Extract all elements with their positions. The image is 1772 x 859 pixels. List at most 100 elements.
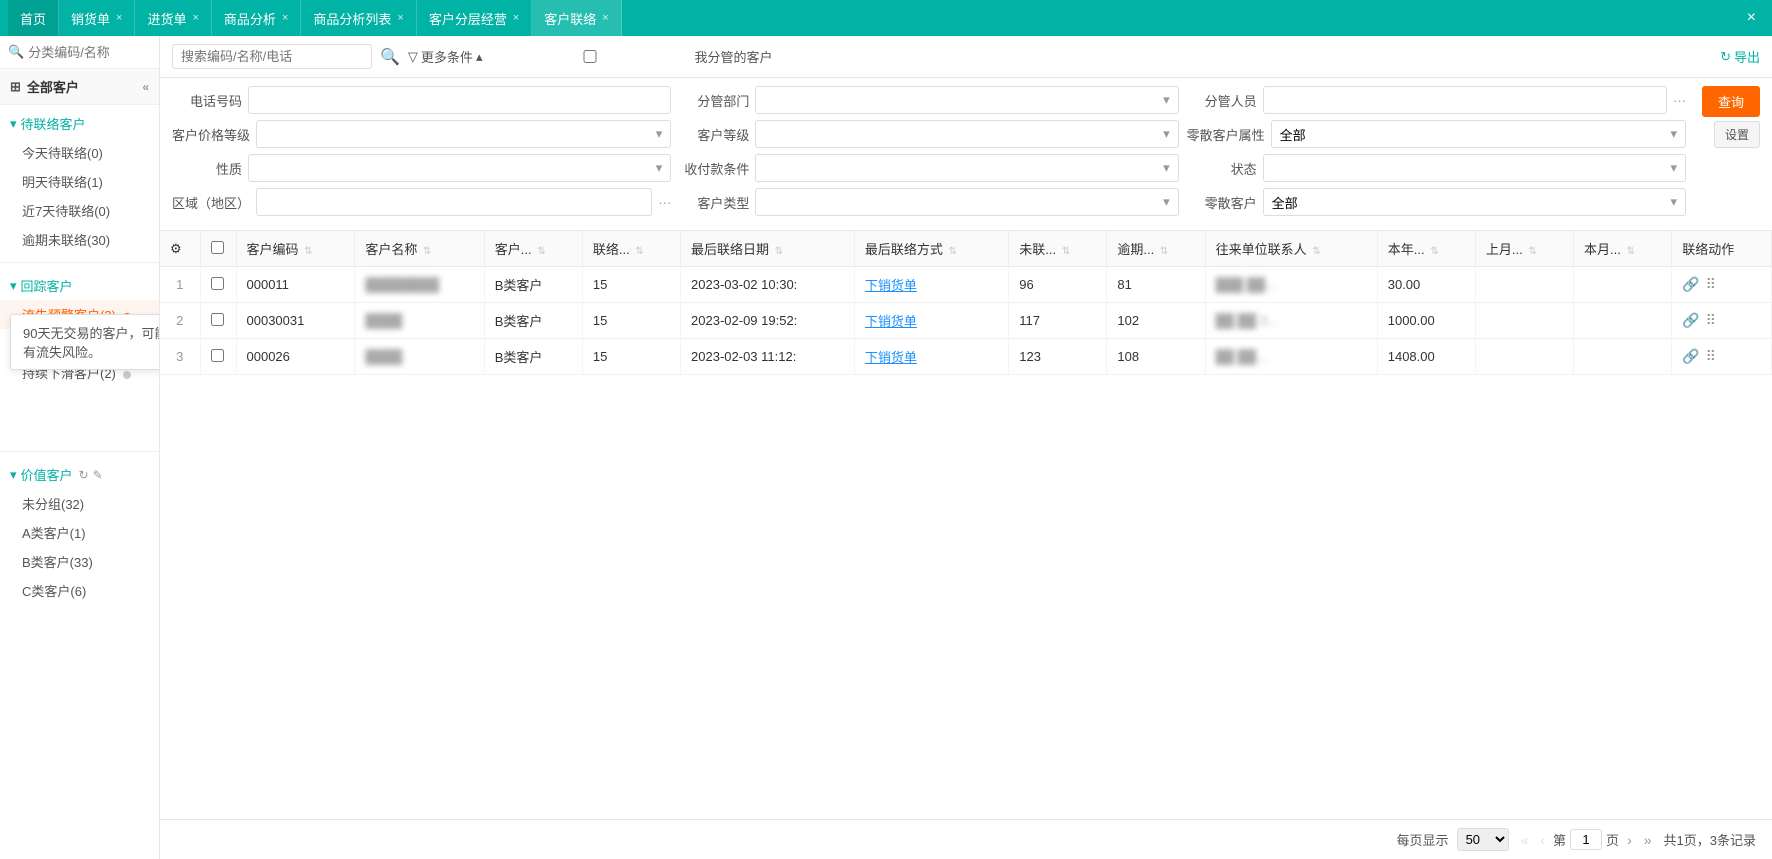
row-3-action-link[interactable]: 🔗 [1682,348,1699,365]
export-button[interactable]: ↻ 导出 [1720,47,1760,66]
filter-select-price-level[interactable]: ▾ [256,120,671,148]
nav-tab-home[interactable]: 首页 [8,0,59,36]
col-last-month[interactable]: 上月... ⇅ [1475,231,1573,267]
filter-select-customer-type[interactable]: ▾ [755,188,1178,216]
sidebar-item-today[interactable]: 今天待联络(0) [0,138,159,167]
filter-label-payment: 收付款条件 [679,159,749,178]
row-2-action-more[interactable]: ⠿ [1706,312,1716,329]
row-3-action-more[interactable]: ⠿ [1706,348,1716,365]
row-1-action-more[interactable]: ⠿ [1706,276,1716,293]
sidebar-item-c-class[interactable]: C类客户(6) [0,576,159,605]
sidebar-item-overdue-label: 逾期未联络(30) [22,233,110,248]
col-last-contact-date[interactable]: 最后联络日期 ⇅ [681,231,855,267]
col-customer-name[interactable]: 客户名称 ⇅ [355,231,484,267]
sidebar-item-overdue[interactable]: 逾期未联络(30) [0,225,159,254]
col-contact-count[interactable]: 联络... ⇅ [582,231,680,267]
filter-input-region[interactable] [256,188,652,216]
col-overdue-label: 逾期... [1117,242,1154,257]
first-page-button[interactable]: « [1517,830,1533,850]
all-customers-item[interactable]: ⊞ 全部客户 « [0,69,159,105]
nav-tab-purchase[interactable]: 进货单 × [135,0,211,36]
nav-tab-analysis-list[interactable]: 商品分析列表 × [301,0,416,36]
sidebar-group-value-title[interactable]: ▾ 价值客户 ↻ ✎ [0,460,159,489]
filter-field-dept: 分管部门 ▾ [679,86,1178,114]
sidebar-search-input[interactable] [28,45,151,60]
next-page-button[interactable]: › [1623,830,1636,850]
filter-select-retail[interactable]: 全部 ▾ [1263,188,1686,216]
value-group-refresh[interactable]: ↻ [79,468,89,482]
row-1-last-method-value[interactable]: 下销货单 [865,278,917,293]
row-1-select-checkbox[interactable] [211,277,224,290]
filter-input-phone[interactable] [248,86,671,114]
col-unit-contact[interactable]: 往来单位联系人 ⇅ [1205,231,1377,267]
per-page-select[interactable]: 50 100 [1457,828,1509,851]
filter-search-button[interactable]: 🔍 [380,47,400,67]
filter-settings-button[interactable]: 设置 [1714,121,1760,148]
nav-tab-analysis-list-label: 商品分析列表 [313,9,391,28]
search-input[interactable] [172,44,372,69]
window-close-button[interactable]: × [1739,9,1764,27]
nav-tab-analysis[interactable]: 商品分析 × [212,0,301,36]
row-2-select-checkbox[interactable] [211,313,224,326]
row-3-num: 3 [160,339,200,375]
row-2-last-method-value[interactable]: 下销货单 [865,314,917,329]
nav-tab-customer-contact-close[interactable]: × [602,12,608,24]
col-year-amount[interactable]: 本年... ⇅ [1377,231,1475,267]
sidebar-item-tomorrow[interactable]: 明天待联络(1) [0,167,159,196]
filter-select-payment[interactable]: ▾ [755,154,1178,182]
row-3-last-method-value[interactable]: 下销货单 [865,350,917,365]
page-number-input[interactable] [1570,829,1602,850]
row-1-action-link[interactable]: 🔗 [1682,276,1699,293]
row-1-overdue-value: 81 [1117,277,1131,292]
prev-page-button[interactable]: ‹ [1536,830,1549,850]
row-2-action-link[interactable]: 🔗 [1682,312,1699,329]
filter-select-status[interactable]: ▾ [1263,154,1686,182]
query-button[interactable]: 查询 [1702,86,1760,117]
col-settings[interactable]: ⚙ [160,231,200,267]
settings-gear-icon[interactable]: ⚙ [170,241,182,256]
sidebar-group-churning-title[interactable]: ▾ 回踪客户 [0,271,159,300]
filter-select-customer-level[interactable]: ▾ [755,120,1178,148]
nav-tab-customer-tier-close[interactable]: × [513,12,519,24]
collapse-icon[interactable]: « [142,80,149,94]
nav-tab-analysis-list-close[interactable]: × [397,12,403,24]
export-label: 导出 [1734,47,1760,66]
region-dots-button[interactable]: ··· [658,195,671,210]
sidebar-item-b-class[interactable]: B类客户(33) [0,547,159,576]
my-customers-checkbox[interactable] [490,50,690,63]
nav-tab-purchase-close[interactable]: × [192,12,198,24]
sidebar-group-pending-title[interactable]: ▾ 待联络客户 [0,109,159,138]
col-last-contact-method[interactable]: 最后联络方式 ⇅ [854,231,1008,267]
more-filters-label: 更多条件 [421,47,473,66]
person-dots-button[interactable]: ··· [1673,93,1686,108]
filter-input-person[interactable] [1263,86,1667,114]
value-group-edit[interactable]: ✎ [93,468,103,482]
nature-arrow-icon: ▾ [656,160,663,176]
col-customer-code[interactable]: 客户编码 ⇅ [236,231,355,267]
nav-tab-customer-tier[interactable]: 客户分层经营 × [417,0,532,36]
nav-tab-analysis-close[interactable]: × [282,12,288,24]
select-all-checkbox[interactable] [211,241,224,254]
more-filters-button[interactable]: ▽ 更多条件 ▴ [408,47,483,66]
filter-field-retail-attr: 零散客户属性 全部 ▾ [1187,120,1686,148]
col-uncontacted[interactable]: 未联... ⇅ [1009,231,1107,267]
filter-select-dept[interactable]: ▾ [755,86,1178,114]
nav-tab-sales[interactable]: 销货单 × [59,0,135,36]
col-this-month[interactable]: 本月... ⇅ [1574,231,1672,267]
sidebar-item-a-class-label: A类客户(1) [22,526,86,541]
col-customer-type[interactable]: 客户... ⇅ [484,231,582,267]
sidebar-item-a-class[interactable]: A类客户(1) [0,518,159,547]
sidebar-group-churning-label: 回踪客户 [21,276,73,295]
sidebar-item-7days[interactable]: 近7天待联络(0) [0,196,159,225]
filter-select-nature[interactable]: ▾ [248,154,671,182]
nav-tab-customer-contact[interactable]: 客户联络 × [532,0,621,36]
row-3-name: ████ [355,339,484,375]
col-overdue[interactable]: 逾期... ⇅ [1107,231,1205,267]
row-3-select-checkbox[interactable] [211,349,224,362]
sidebar-item-ungrouped[interactable]: 未分组(32) [0,489,159,518]
nav-tab-sales-close[interactable]: × [116,12,122,24]
last-page-button[interactable]: » [1640,830,1656,850]
nav-tab-sales-label: 销货单 [71,9,110,28]
nav-tab-home-label: 首页 [20,9,46,28]
filter-select-retail-attr[interactable]: 全部 ▾ [1271,120,1686,148]
